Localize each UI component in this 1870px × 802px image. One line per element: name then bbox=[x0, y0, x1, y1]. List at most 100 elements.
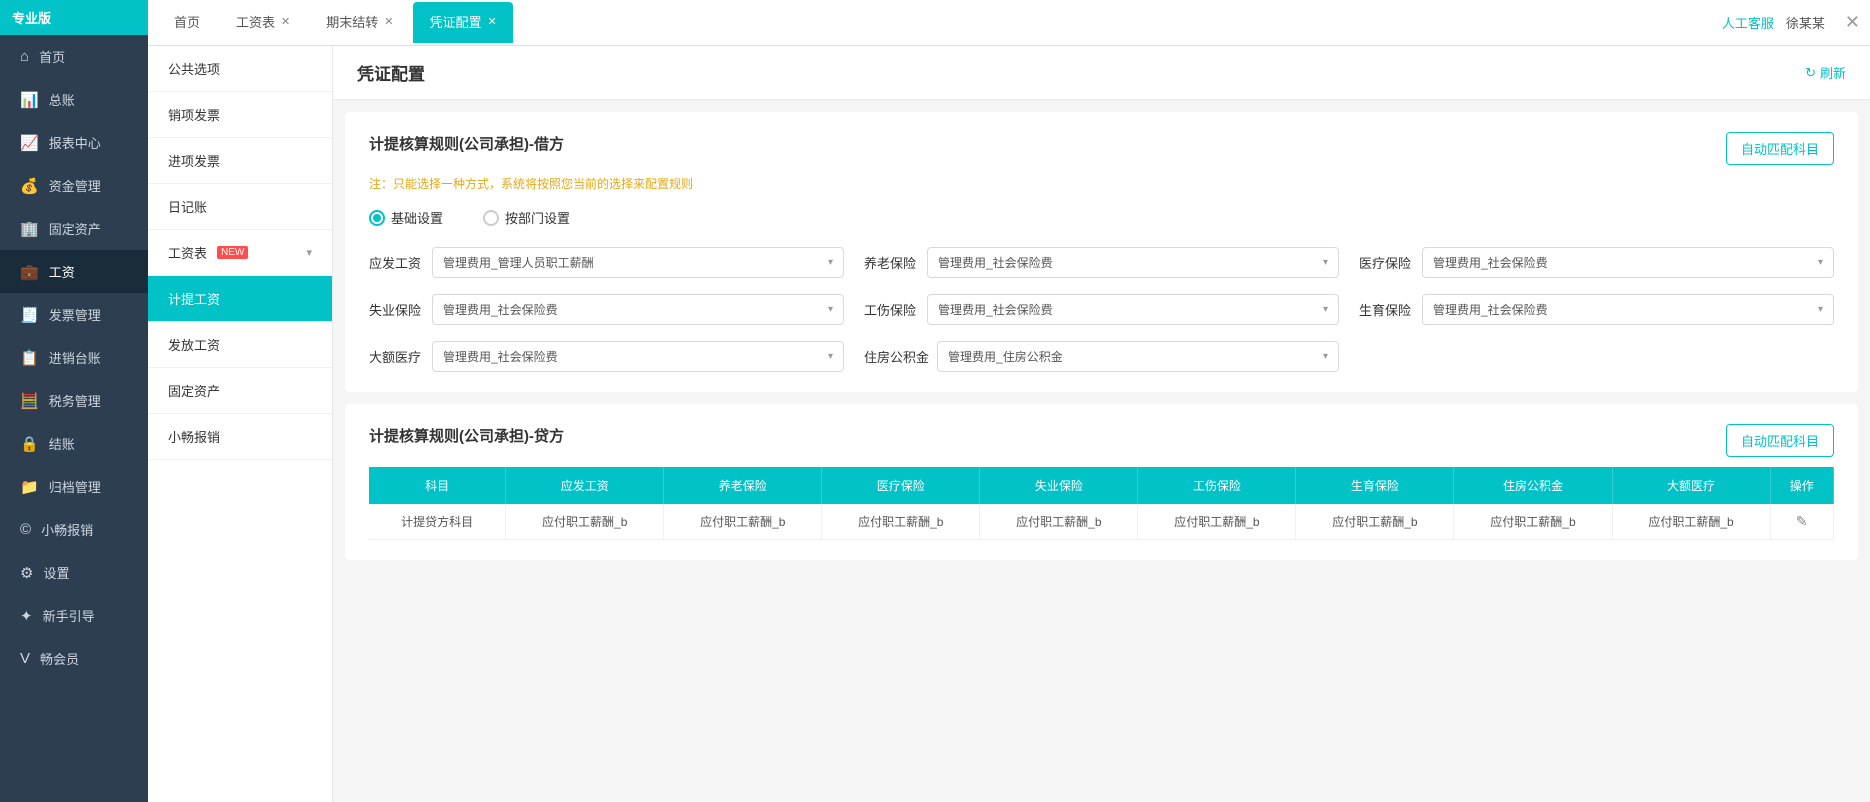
select-gongshang[interactable]: 管理费用_社会保险费 ▾ bbox=[927, 294, 1339, 325]
sidebar-item-salary[interactable]: 💼 工资 bbox=[0, 250, 148, 293]
th-yiliao: 医疗保险 bbox=[822, 467, 980, 504]
radio-basic[interactable]: 基础设置 bbox=[369, 208, 443, 227]
th-subject: 科目 bbox=[369, 467, 506, 504]
chevron-down-icon: ▾ bbox=[1323, 304, 1328, 315]
form-item-shengyu: 生育保险 管理费用_社会保险费 ▾ bbox=[1359, 294, 1834, 325]
section-debit-header: 计提核算规则(公司承担)-借方 自动匹配科目 bbox=[369, 132, 1834, 165]
select-shiye[interactable]: 管理费用_社会保险费 ▾ bbox=[432, 294, 844, 325]
refresh-icon: ↻ bbox=[1805, 65, 1816, 81]
tab-salary-table[interactable]: 工资表 ✕ bbox=[220, 2, 306, 43]
radio-basic-circle[interactable] bbox=[369, 210, 385, 226]
form-item-gongjijin: 住房公积金 管理费用_住房公积金 ▾ bbox=[864, 341, 1339, 372]
td-action[interactable]: ✎ bbox=[1770, 504, 1833, 540]
section-credit: 计提核算规则(公司承担)-贷方 自动匹配科目 科目 应发工资 养老保险 医疗保险… bbox=[345, 404, 1858, 560]
sidebar-item-member[interactable]: V 畅会员 bbox=[0, 637, 148, 680]
tax-icon: 🧮 bbox=[20, 392, 39, 410]
salary-icon: 💼 bbox=[20, 263, 39, 281]
radio-group: 基础设置 按部门设置 bbox=[369, 208, 1834, 227]
label-shengyu: 生育保险 bbox=[1359, 300, 1414, 319]
left-nav-public[interactable]: 公共选项 bbox=[148, 46, 332, 92]
left-nav-fixed-assets[interactable]: 固定资产 bbox=[148, 368, 332, 414]
invoice-icon: 🧾 bbox=[20, 306, 39, 324]
tab-period-close-close[interactable]: ✕ bbox=[384, 15, 393, 28]
left-nav-expense[interactable]: 小畅报销 bbox=[148, 414, 332, 460]
tab-period-close[interactable]: 期末结转 ✕ bbox=[310, 2, 409, 43]
sidebar-item-xiaochang[interactable]: © 小畅报销 bbox=[0, 508, 148, 551]
select-shengyu[interactable]: 管理费用_社会保险费 ▾ bbox=[1422, 294, 1834, 325]
chevron-down-icon: ▾ bbox=[1818, 257, 1823, 268]
chevron-down-icon: ▾ bbox=[1323, 257, 1328, 268]
sidebar-item-ledger[interactable]: 📊 总账 bbox=[0, 78, 148, 121]
left-nav-salary-table[interactable]: 工资表 NEW ▾ bbox=[148, 230, 332, 276]
fixed-icon: 🏢 bbox=[20, 220, 39, 238]
report-icon: 📈 bbox=[20, 134, 39, 152]
th-gongjijin: 住房公积金 bbox=[1454, 467, 1612, 504]
tab-voucher-config-close[interactable]: ✕ bbox=[488, 15, 497, 28]
section-credit-header: 计提核算规则(公司承担)-贷方 自动匹配科目 bbox=[369, 424, 1834, 457]
td-shengyu: 应付职工薪酬_b bbox=[1296, 504, 1454, 540]
sidebar-item-invoice[interactable]: 🧾 发票管理 bbox=[0, 293, 148, 336]
form-item-daeyiliao: 大额医疗 管理费用_社会保险费 ▾ bbox=[369, 341, 844, 372]
content-area: 公共选项 销项发票 进项发票 日记账 工资表 NEW ▾ 计提工资 发放工资 bbox=[148, 46, 1870, 802]
topbar: 首页 工资表 ✕ 期末结转 ✕ 凭证配置 ✕ 人工客服 徐某某 ✕ bbox=[148, 0, 1870, 46]
radio-dept[interactable]: 按部门设置 bbox=[483, 208, 570, 227]
label-daeyiliao: 大额医疗 bbox=[369, 347, 424, 366]
tab-salary-table-close[interactable]: ✕ bbox=[281, 15, 290, 28]
sidebar-item-fund[interactable]: 💰 资金管理 bbox=[0, 164, 148, 207]
select-gongjijin[interactable]: 管理费用_住房公积金 ▾ bbox=[937, 341, 1339, 372]
auto-match-credit-button[interactable]: 自动匹配科目 bbox=[1726, 424, 1834, 457]
sidebar-item-purchase[interactable]: 📋 进销台账 bbox=[0, 336, 148, 379]
window-close-button[interactable]: ✕ bbox=[1845, 12, 1860, 33]
left-nav-cancel-invoice[interactable]: 销项发票 bbox=[148, 92, 332, 138]
sidebar-item-settings[interactable]: ⚙ 设置 bbox=[0, 551, 148, 594]
sidebar-item-close[interactable]: 🔒 结账 bbox=[0, 422, 148, 465]
sidebar-item-report[interactable]: 📈 报表中心 bbox=[0, 121, 148, 164]
home-icon: ⌂ bbox=[20, 48, 29, 65]
section-debit-note: 注：只能选择一种方式，系统将按照您当前的选择来配置规则 bbox=[369, 175, 1834, 192]
tab-home[interactable]: 首页 bbox=[158, 2, 216, 43]
chevron-down-icon: ▾ bbox=[828, 351, 833, 362]
left-nav: 公共选项 销项发票 进项发票 日记账 工资表 NEW ▾ 计提工资 发放工资 bbox=[148, 46, 333, 802]
left-nav-pay-salary[interactable]: 发放工资 bbox=[148, 322, 332, 368]
select-daeyiliao[interactable]: 管理费用_社会保险费 ▾ bbox=[432, 341, 844, 372]
guide-icon: ✦ bbox=[20, 607, 33, 625]
td-subject: 计提贷方科目 bbox=[369, 504, 506, 540]
settings-icon: ⚙ bbox=[20, 564, 33, 582]
member-icon: V bbox=[20, 650, 30, 667]
close-account-icon: 🔒 bbox=[20, 435, 39, 453]
radio-dept-circle[interactable] bbox=[483, 210, 499, 226]
th-shengyu: 生育保险 bbox=[1296, 467, 1454, 504]
td-daeyiliao: 应付职工薪酬_b bbox=[1612, 504, 1770, 540]
left-nav-input-invoice[interactable]: 进项发票 bbox=[148, 138, 332, 184]
main-content: 凭证配置 ↻ 刷新 计提核算规则(公司承担)-借方 自动匹配科目 注：只能选择一… bbox=[333, 46, 1870, 802]
sidebar-item-fixed[interactable]: 🏢 固定资产 bbox=[0, 207, 148, 250]
chevron-down-icon: ▾ bbox=[828, 304, 833, 315]
select-yingfa[interactable]: 管理费用_管理人员职工薪酬 ▾ bbox=[432, 247, 844, 278]
debit-form-grid: 应发工资 管理费用_管理人员职工薪酬 ▾ 养老保险 管理费用_社会保险费 ▾ bbox=[369, 247, 1834, 372]
edit-icon[interactable]: ✎ bbox=[1796, 513, 1808, 529]
new-badge: NEW bbox=[217, 246, 248, 259]
form-item-yiliao: 医疗保险 管理费用_社会保险费 ▾ bbox=[1359, 247, 1834, 278]
tab-voucher-config[interactable]: 凭证配置 ✕ bbox=[413, 2, 512, 43]
credit-table: 科目 应发工资 养老保险 医疗保险 失业保险 工伤保险 生育保险 住房公积金 大… bbox=[369, 467, 1834, 540]
app-title: 专业版 bbox=[0, 0, 148, 35]
section-debit-title: 计提核算规则(公司承担)-借方 bbox=[369, 133, 564, 154]
archive-icon: 📁 bbox=[20, 478, 39, 496]
th-daeyiliao: 大额医疗 bbox=[1612, 467, 1770, 504]
refresh-button[interactable]: ↻ 刷新 bbox=[1805, 63, 1846, 82]
sidebar-item-guide[interactable]: ✦ 新手引导 bbox=[0, 594, 148, 637]
customer-service-label[interactable]: 人工客服 bbox=[1722, 13, 1774, 32]
auto-match-debit-button[interactable]: 自动匹配科目 bbox=[1726, 132, 1834, 165]
table-header-row: 科目 应发工资 养老保险 医疗保险 失业保险 工伤保险 生育保险 住房公积金 大… bbox=[369, 467, 1834, 504]
left-nav-journal[interactable]: 日记账 bbox=[148, 184, 332, 230]
form-item-gongshang: 工伤保险 管理费用_社会保险费 ▾ bbox=[864, 294, 1339, 325]
sidebar-item-archive[interactable]: 📁 归档管理 bbox=[0, 465, 148, 508]
chevron-down-icon: ▾ bbox=[1818, 304, 1823, 315]
left-nav-calc-salary[interactable]: 计提工资 bbox=[148, 276, 332, 322]
select-yanglao[interactable]: 管理费用_社会保险费 ▾ bbox=[927, 247, 1339, 278]
select-yiliao[interactable]: 管理费用_社会保险费 ▾ bbox=[1422, 247, 1834, 278]
label-shiye: 失业保险 bbox=[369, 300, 424, 319]
sidebar-item-tax[interactable]: 🧮 税务管理 bbox=[0, 379, 148, 422]
form-item-yingfa: 应发工资 管理费用_管理人员职工薪酬 ▾ bbox=[369, 247, 844, 278]
sidebar-item-home[interactable]: ⌂ 首页 bbox=[0, 35, 148, 78]
